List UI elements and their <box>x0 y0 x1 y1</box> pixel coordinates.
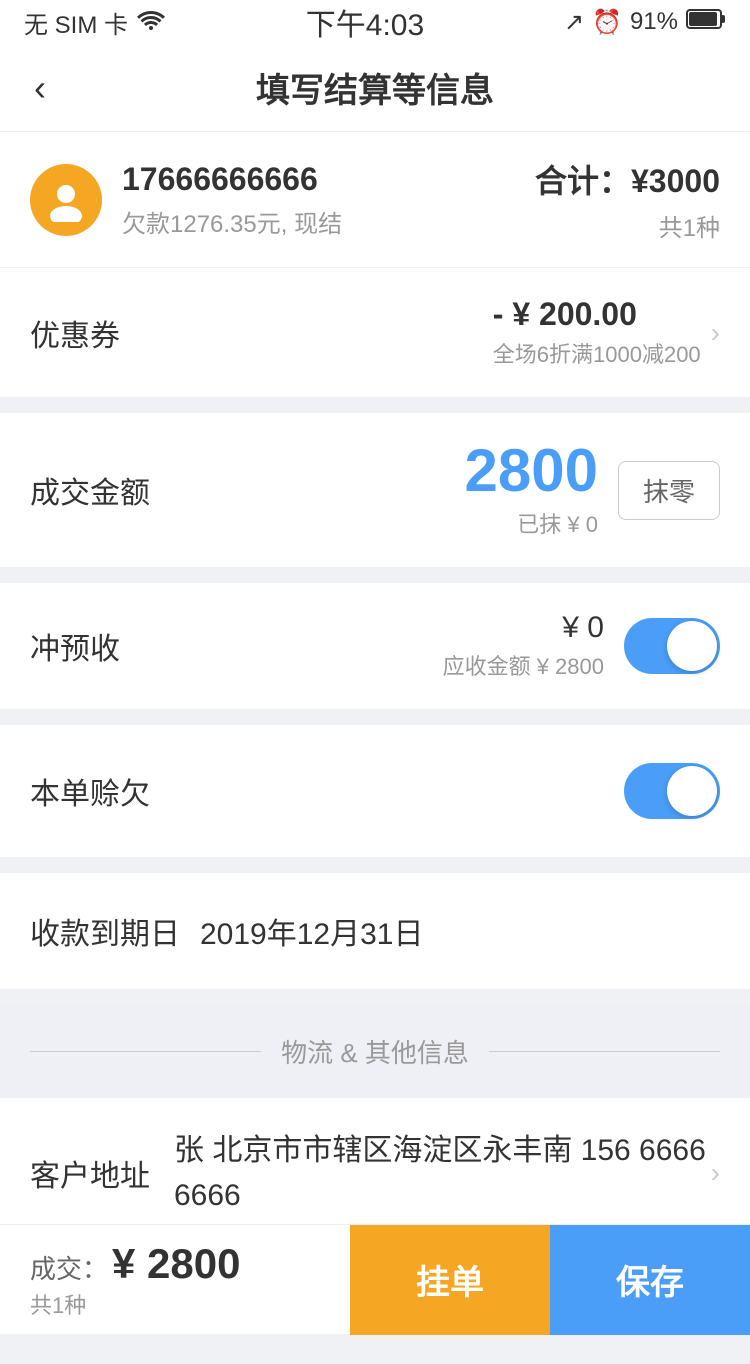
save-button[interactable]: 保存 <box>550 1225 750 1335</box>
battery-label: 91% <box>630 8 678 36</box>
transaction-amount-right: 2800 已抹 ¥ 0 抹零 <box>465 441 721 539</box>
transaction-amount-label: 成交金额 <box>30 468 150 512</box>
coupon-info: - ¥ 200.00 全场6折满1000减200 <box>493 296 701 369</box>
bottom-count: 共1种 <box>30 1288 320 1320</box>
status-bar: 无 SIM 卡 下午4:03 ↗ ⏰ 91% <box>0 0 750 44</box>
prepaid-row: 冲预收 ¥ 0 应收金额 ¥ 2800 <box>0 583 750 709</box>
amount-section: 成交金额 2800 已抹 ¥ 0 抹零 <box>0 413 750 567</box>
due-date-value: 2019年12月31日 <box>200 909 423 953</box>
customer-info: 17666666666 欠款1276.35元, 现结 <box>122 161 535 239</box>
status-right: ↗ ⏰ 91% <box>564 8 726 37</box>
prepaid-sub: 应收金额 ¥ 2800 <box>443 649 604 681</box>
divider-line-left <box>30 1051 261 1052</box>
pending-button[interactable]: 挂单 <box>350 1225 550 1335</box>
battery-icon <box>686 8 726 37</box>
prepaid-section: 冲预收 ¥ 0 应收金额 ¥ 2800 <box>0 583 750 709</box>
nav-bar: ‹ 填写结算等信息 <box>0 44 750 132</box>
coupon-label: 优惠券 <box>30 311 120 355</box>
address-chevron-icon: › <box>711 1157 720 1189</box>
bottom-info: 成交： ¥ 2800 共1种 <box>0 1240 350 1320</box>
back-button[interactable]: ‹ <box>24 57 56 119</box>
divider-row: 物流 & 其他信息 <box>0 1005 750 1098</box>
alarm-icon: ⏰ <box>592 8 622 37</box>
coupon-discount: - ¥ 200.00 <box>493 296 701 333</box>
wifi-icon <box>136 8 166 37</box>
prepaid-amount-block: ¥ 0 应收金额 ¥ 2800 <box>443 611 604 681</box>
customer-row: 17666666666 欠款1276.35元, 现结 合计：¥3000 共1种 <box>0 132 750 267</box>
coupon-right: - ¥ 200.00 全场6折满1000减200 › <box>493 296 720 369</box>
coupon-desc: 全场6折满1000减200 <box>493 337 701 369</box>
transaction-amount-row: 成交金额 2800 已抹 ¥ 0 抹零 <box>30 413 720 567</box>
customer-section: 17666666666 欠款1276.35元, 现结 合计：¥3000 共1种 … <box>0 132 750 397</box>
address-value: 张 北京市市辖区海淀区永丰南 156 6666 6666 <box>174 1128 711 1218</box>
customer-phone: 17666666666 <box>122 161 535 198</box>
divider-text: 物流 & 其他信息 <box>261 1033 489 1070</box>
toggle-thumb <box>667 621 717 671</box>
total-amount: 合计：¥3000 <box>535 156 720 202</box>
debt-label: 本单赊欠 <box>30 769 150 813</box>
due-date-label: 收款到期日 <box>30 909 180 953</box>
transaction-amount-sub: 已抹 ¥ 0 <box>465 507 598 539</box>
prepaid-right: ¥ 0 应收金额 ¥ 2800 <box>443 611 720 681</box>
round-button[interactable]: 抹零 <box>618 461 720 520</box>
prepaid-label: 冲预收 <box>30 624 120 668</box>
customer-total: 合计：¥3000 共1种 <box>535 156 720 243</box>
debt-row: 本单赊欠 <box>0 725 750 857</box>
divider-line-right <box>489 1051 720 1052</box>
prepaid-toggle[interactable] <box>624 618 720 674</box>
status-time: 下午4:03 <box>306 0 424 44</box>
customer-subtitle: 欠款1276.35元, 现结 <box>122 204 535 239</box>
bottom-amount: ¥ 2800 <box>112 1240 240 1288</box>
address-label: 客户地址 <box>30 1151 150 1195</box>
debt-toggle[interactable] <box>624 763 720 819</box>
transaction-amount-block: 2800 已抹 ¥ 0 <box>465 441 598 539</box>
transaction-amount-value: 2800 <box>465 441 598 501</box>
bottom-bar: 成交： ¥ 2800 共1种 挂单 保存 <box>0 1224 750 1334</box>
debt-toggle-thumb <box>667 766 717 816</box>
location-icon: ↗ <box>564 8 584 37</box>
bottom-deal-label: 成交： <box>30 1249 108 1286</box>
avatar <box>30 164 102 236</box>
chevron-right-icon: › <box>711 317 720 349</box>
total-count: 共1种 <box>535 208 720 243</box>
prepaid-value: ¥ 0 <box>443 611 604 645</box>
coupon-row[interactable]: 优惠券 - ¥ 200.00 全场6折满1000减200 › <box>0 267 750 397</box>
status-left: 无 SIM 卡 <box>24 5 166 40</box>
sim-status: 无 SIM 卡 <box>24 5 128 40</box>
due-date-row: 收款到期日 2019年12月31日 <box>0 873 750 989</box>
page-title: 填写结算等信息 <box>256 63 494 112</box>
